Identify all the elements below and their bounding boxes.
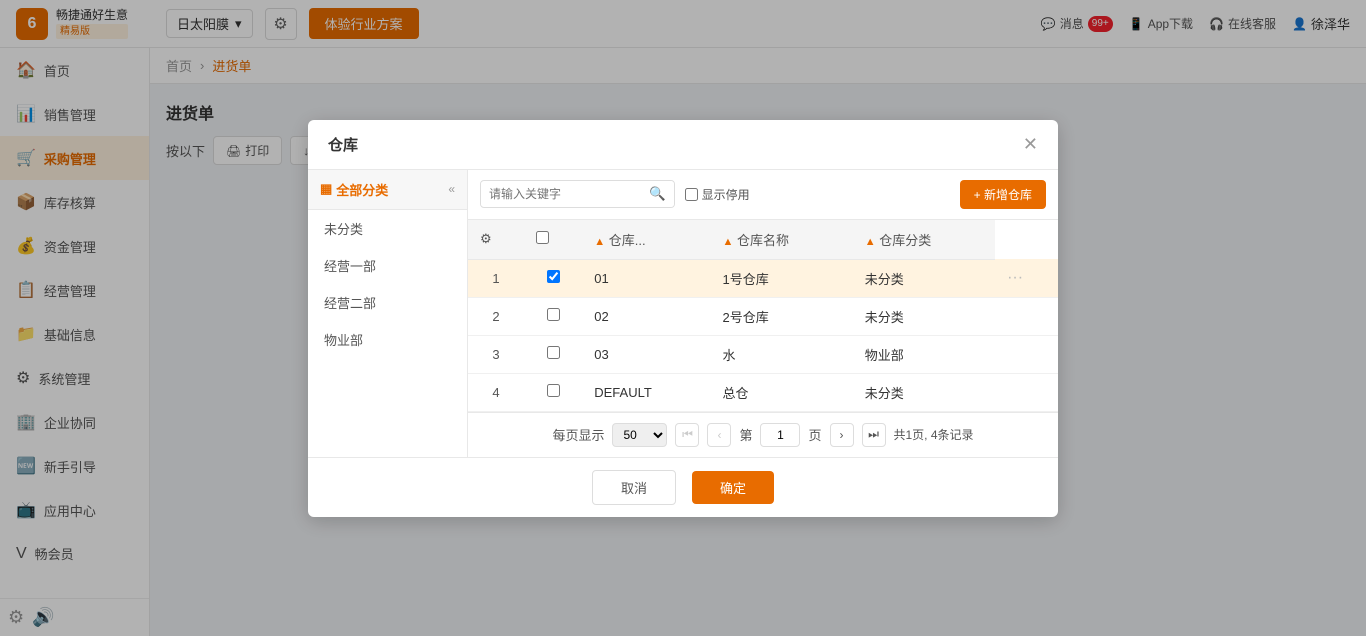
row-checkbox-cell[interactable]: [524, 297, 582, 335]
col-name: ▲ 仓库名称: [710, 220, 852, 260]
dialog-close-btn[interactable]: ✕: [1023, 134, 1038, 155]
page-input[interactable]: [760, 423, 800, 447]
table-header-row: ⚙ ▲ 仓库... ▲ 仓库名称 ▲ 仓库分类: [468, 220, 1058, 260]
warehouse-dialog: 仓库 ✕ ▦ 全部分类 « 未分类经营一部经营二部物业部: [308, 120, 1058, 517]
table-row[interactable]: 4 DEFAULT 总仓 未分类: [468, 373, 1058, 411]
category-item[interactable]: 未分类: [308, 210, 467, 247]
row-checkbox[interactable]: [547, 270, 560, 283]
show-disabled-label[interactable]: 显示停用: [685, 186, 750, 203]
show-disabled-checkbox[interactable]: [685, 188, 698, 201]
new-warehouse-btn[interactable]: + 新增仓库: [960, 180, 1046, 209]
row-checkbox-cell[interactable]: [524, 259, 582, 297]
table-row[interactable]: 3 03 水 物业部: [468, 335, 1058, 373]
warehouse-table-wrap: ⚙ ▲ 仓库... ▲ 仓库名称 ▲ 仓库分类 1 01 1号仓库 未分类 ··…: [468, 220, 1058, 412]
last-page-btn[interactable]: ⏭: [862, 423, 886, 447]
row-category: 未分类: [853, 259, 995, 297]
search-box: 🔍: [480, 180, 675, 208]
category-item[interactable]: 物业部: [308, 321, 467, 358]
col-checkbox: [524, 220, 582, 260]
warehouse-table: ⚙ ▲ 仓库... ▲ 仓库名称 ▲ 仓库分类 1 01 1号仓库 未分类 ··…: [468, 220, 1058, 412]
row-category: 未分类: [853, 373, 995, 411]
category-panel-header: ▦ 全部分类 «: [308, 170, 467, 210]
category-list: 未分类经营一部经营二部物业部: [308, 210, 467, 457]
row-code: 03: [582, 335, 710, 373]
col-category: ▲ 仓库分类: [853, 220, 995, 260]
row-code: 01: [582, 259, 710, 297]
row-checkbox[interactable]: [547, 384, 560, 397]
row-code: DEFAULT: [582, 373, 710, 411]
confirm-btn[interactable]: 确定: [692, 471, 774, 504]
table-row[interactable]: 2 02 2号仓库 未分类: [468, 297, 1058, 335]
table-row[interactable]: 1 01 1号仓库 未分类 ···: [468, 259, 1058, 297]
cancel-btn[interactable]: 取消: [592, 470, 676, 505]
row-name: 2号仓库: [710, 297, 852, 335]
row-num: 3: [468, 335, 524, 373]
row-category: 未分类: [853, 297, 995, 335]
pagination: 每页显示 102050100 ⏮ ‹ 第 页 › ⏭ 共1页, 4条记录: [468, 412, 1058, 457]
row-num: 1: [468, 259, 524, 297]
prev-page-btn[interactable]: ‹: [707, 423, 731, 447]
right-toolbar: 🔍 显示停用 + 新增仓库: [468, 170, 1058, 220]
col-code: ▲ 仓库...: [582, 220, 710, 260]
collapse-panel-btn[interactable]: «: [448, 182, 455, 196]
row-checkbox[interactable]: [547, 308, 560, 321]
col-settings: ⚙: [468, 220, 524, 260]
row-name: 水: [710, 335, 852, 373]
all-category-btn[interactable]: ▦ 全部分类: [320, 180, 388, 199]
table-panel: 🔍 显示停用 + 新增仓库 ⚙: [468, 170, 1058, 457]
dialog-footer: 取消 确定: [308, 457, 1058, 517]
row-name: 1号仓库: [710, 259, 852, 297]
row-name: 总仓: [710, 373, 852, 411]
row-category: 物业部: [853, 335, 995, 373]
row-more-btn[interactable]: ···: [1007, 269, 1023, 286]
row-checkbox-cell[interactable]: [524, 335, 582, 373]
dialog-header: 仓库 ✕: [308, 120, 1058, 170]
select-all-checkbox[interactable]: [536, 231, 549, 244]
category-panel: ▦ 全部分类 « 未分类经营一部经营二部物业部: [308, 170, 468, 457]
row-num: 4: [468, 373, 524, 411]
row-checkbox[interactable]: [547, 346, 560, 359]
next-page-btn[interactable]: ›: [830, 423, 854, 447]
modal-overlay: 仓库 ✕ ▦ 全部分类 « 未分类经营一部经营二部物业部: [0, 0, 1366, 636]
category-item[interactable]: 经营一部: [308, 247, 467, 284]
dialog-title: 仓库: [328, 134, 358, 155]
page-size-select[interactable]: 102050100: [612, 423, 667, 447]
first-page-btn[interactable]: ⏮: [675, 423, 699, 447]
row-code: 02: [582, 297, 710, 335]
search-btn[interactable]: 🔍: [641, 181, 674, 207]
row-num: 2: [468, 297, 524, 335]
dialog-body: ▦ 全部分类 « 未分类经营一部经营二部物业部 🔍: [308, 170, 1058, 457]
search-input[interactable]: [481, 182, 641, 206]
category-item[interactable]: 经营二部: [308, 284, 467, 321]
row-checkbox-cell[interactable]: [524, 373, 582, 411]
